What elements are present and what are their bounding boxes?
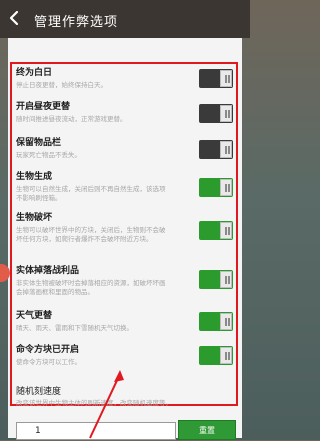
setting-description: 生物可以自然生成，关闭后则不再自然生成，该选项不影响刷怪箱。 [16, 185, 166, 202]
setting-label: 命令方块已开启 [16, 345, 80, 355]
setting-label: 生物破坏 [16, 213, 53, 223]
weather-cycle-toggle[interactable] [199, 312, 233, 331]
setting-mob-spawning: 生物生成 生物可以自然生成，关闭后则不再自然生成，该选项不影响刷怪箱。 [16, 172, 226, 203]
entity-drops-toggle[interactable] [199, 270, 233, 289]
setting-label: 生物生成 [16, 172, 53, 182]
setting-description: 玩家死亡物品不丢失。 [16, 151, 81, 159]
random-tick-row: 1 重置 [8, 418, 242, 440]
setting-keep-inventory: 保留物品栏 玩家死亡物品不丢失。 [16, 138, 226, 160]
top-bar: 管理作弊选项 [0, 0, 250, 38]
setting-always-day: 终为白日 停止日夜更替，始终保持白天。 [16, 68, 226, 90]
random-tick-input[interactable]: 1 [16, 422, 176, 440]
mob-griefing-toggle[interactable] [199, 221, 233, 240]
setting-entity-drops: 实体掉落战利品 非实体生物被破坏时会掉落相应的资源，如破坏坏画会掉落画框和里面的… [16, 266, 226, 297]
mob-spawning-toggle[interactable] [199, 178, 233, 197]
setting-command-blocks: 命令方块已开启 使命令方块可以工作。 [16, 345, 226, 367]
setting-description: 停止日夜更替，始终保持白天。 [16, 81, 107, 89]
page-title: 管理作弊选项 [34, 15, 119, 30]
setting-label: 保留物品栏 [16, 138, 62, 148]
daylight-cycle-toggle[interactable] [199, 104, 233, 123]
command-blocks-toggle[interactable] [199, 346, 233, 365]
setting-description: 随时间推进昼夜流动，正常游戏更替。 [16, 115, 127, 123]
keep-inventory-toggle[interactable] [199, 140, 233, 159]
setting-label: 实体掉落战利品 [16, 266, 80, 276]
setting-label: 开启昼夜更替 [16, 102, 71, 112]
random-tick-label: 随机刻速度 [16, 387, 62, 397]
setting-label: 天气更替 [16, 311, 53, 321]
setting-daylight-cycle: 开启昼夜更替 随时间推进昼夜流动，正常游戏更替。 [16, 102, 226, 124]
setting-mob-griefing: 生物破坏 生物可以破坏世界中的方块，关闭后，生物则不会破坏任何方块，如爬行者爆炸… [16, 213, 226, 244]
random-tick-description: 改变该世界中生物主体的刷新速度，改变随机速度等。 [16, 399, 172, 407]
setting-description: 使命令方块可以工作。 [16, 358, 81, 366]
setting-weather-cycle: 天气更替 晴天、雨天、雷雨和下雪随机天气切换。 [16, 311, 226, 333]
setting-description: 生物可以破坏世界中的方块，关闭后，生物则不会破坏任何方块，如爬行者爆炸不会破坏附… [16, 226, 166, 243]
always-day-toggle[interactable] [199, 69, 233, 88]
setting-label: 终为白日 [16, 68, 53, 78]
setting-description: 晴天、雨天、雷雨和下雪随机天气切换。 [16, 324, 133, 332]
back-arrow-icon[interactable] [6, 9, 24, 27]
setting-description: 非实体生物被破坏时会掉落相应的资源，如破坏坏画会掉落画框和里面的物品。 [16, 279, 166, 296]
reset-button[interactable]: 重置 [178, 420, 236, 440]
